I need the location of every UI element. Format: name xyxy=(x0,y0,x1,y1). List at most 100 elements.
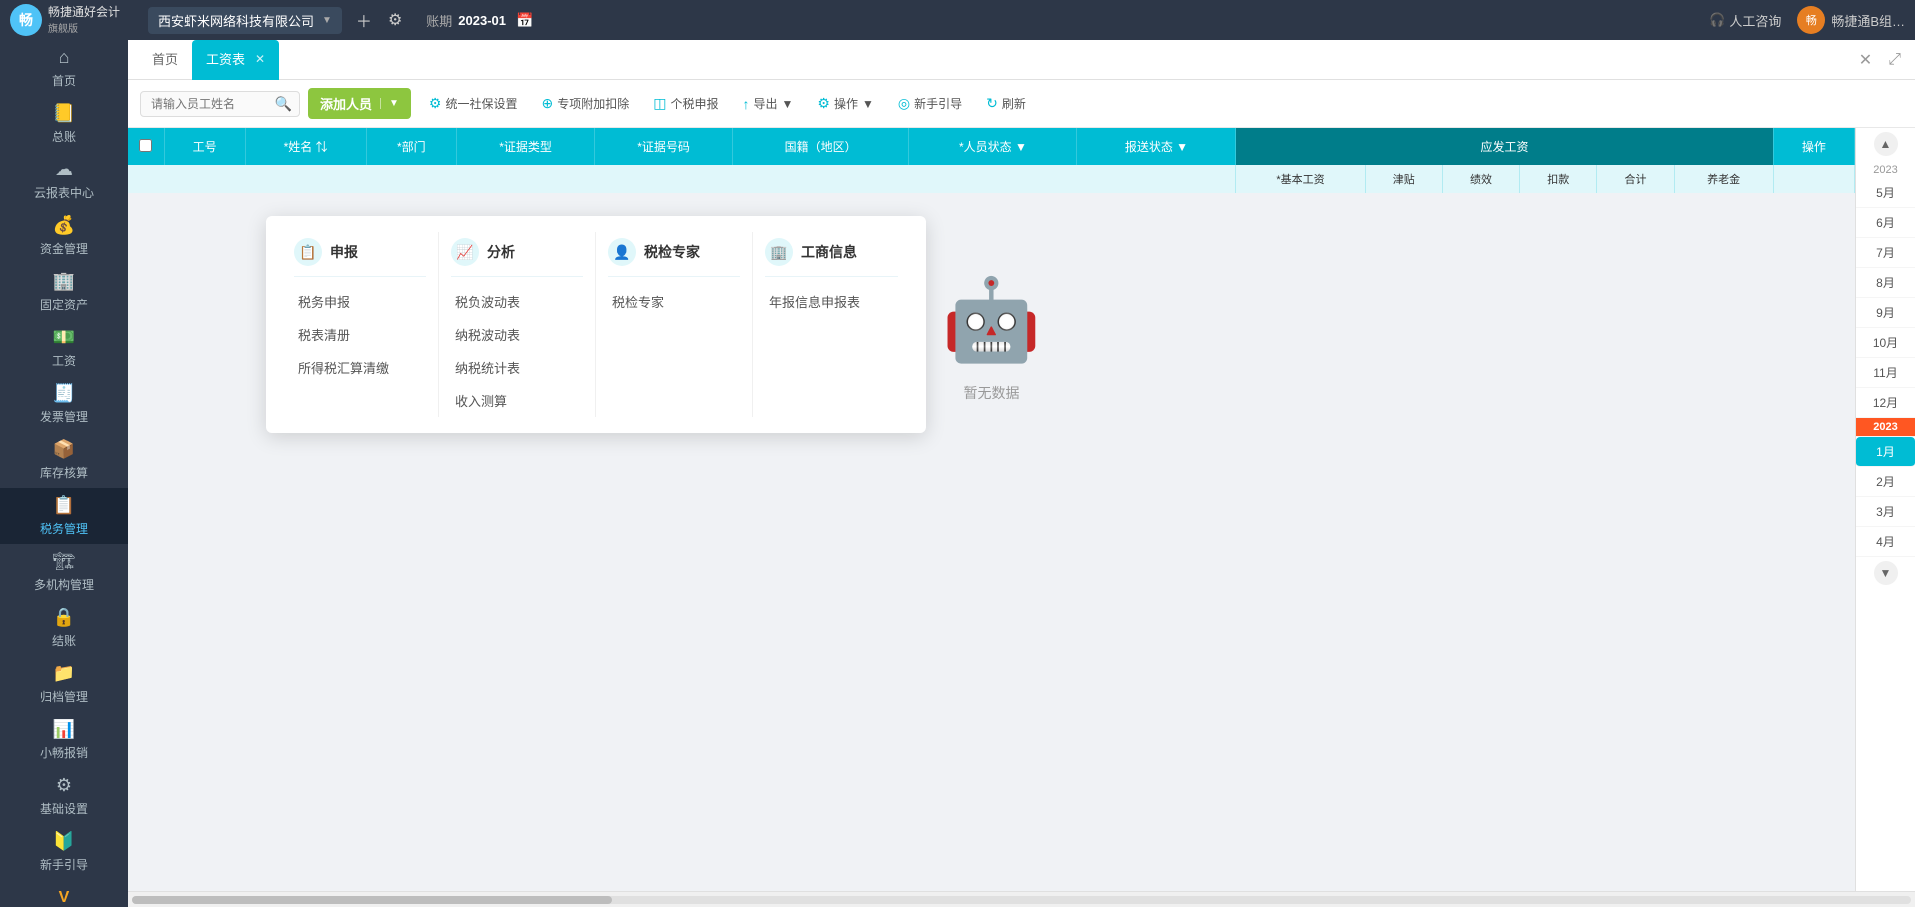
calendar-icon-button[interactable]: 📅 xyxy=(512,8,537,33)
social-security-button[interactable]: ⚙ 统一社保设置 xyxy=(419,90,528,117)
export-button[interactable]: ↑ 导出 ▼ xyxy=(733,90,804,117)
sidebar-label-tax: 税务管理 xyxy=(40,520,88,537)
menu-item-income-estimate[interactable]: 收入测算 xyxy=(451,384,583,417)
tab-payroll[interactable]: 工资表 ✕ xyxy=(192,40,279,80)
user-name: 畅捷通B组… xyxy=(1831,11,1905,30)
sidebar-item-beginner[interactable]: 🔰 新手引导 xyxy=(0,824,128,880)
membership-icon: V xyxy=(59,889,70,907)
cal-month-3[interactable]: 3月 xyxy=(1856,497,1915,527)
calendar-up-button[interactable]: ▲ xyxy=(1874,132,1898,156)
menu-item-tax-stats[interactable]: 纳税统计表 xyxy=(451,351,583,384)
menu-section-analysis: 📈 分析 税负波动表 纳税波动表 纳税统计表 收入测算 xyxy=(439,232,596,417)
cal-month-5[interactable]: 5月 xyxy=(1856,178,1915,208)
company-dropdown-arrow: ▼ xyxy=(322,15,332,26)
bottom-scrollbar[interactable] xyxy=(128,891,1915,907)
add-company-button[interactable]: ＋ xyxy=(352,4,376,36)
sidebar-item-invoices[interactable]: 🧾 发票管理 xyxy=(0,376,128,432)
assets-icon: 🏢 xyxy=(53,271,75,292)
sidebar-item-payroll[interactable]: 💵 工资 xyxy=(0,320,128,376)
sidebar-label-closing: 结账 xyxy=(52,632,76,649)
menu-item-tax-expert[interactable]: 税检专家 xyxy=(608,285,740,318)
add-person-dropdown-arrow[interactable]: ▼ xyxy=(380,98,399,109)
add-person-label: 添加人员 xyxy=(320,94,372,113)
cal-month-7[interactable]: 7月 xyxy=(1856,238,1915,268)
cal-month-9[interactable]: 9月 xyxy=(1856,298,1915,328)
menu-item-tax-fluctuation[interactable]: 纳税波动表 xyxy=(451,318,583,351)
sidebar-item-basic-settings[interactable]: ⚙ 基础设置 xyxy=(0,768,128,824)
sidebar-item-ledger[interactable]: 📒 总账 xyxy=(0,96,128,152)
tab-bar: 首页 工资表 ✕ ✕ ⤢ xyxy=(128,40,1915,80)
cal-month-6[interactable]: 6月 xyxy=(1856,208,1915,238)
sidebar-item-membership[interactable]: V 畅会员 xyxy=(0,880,128,907)
tax-return-button[interactable]: ◫ 个税申报 xyxy=(643,90,728,117)
social-security-icon: ⚙ xyxy=(429,95,442,112)
top-bar-actions: ＋ ⚙ xyxy=(352,4,406,36)
calendar-down-button[interactable]: ▼ xyxy=(1874,561,1898,585)
select-all-checkbox[interactable] xyxy=(139,139,152,152)
refresh-button[interactable]: ↻ 刷新 xyxy=(976,90,1036,117)
tab-home[interactable]: 首页 xyxy=(138,40,192,80)
cal-month-8[interactable]: 8月 xyxy=(1856,268,1915,298)
special-deduction-button[interactable]: ⊕ 专项附加扣除 xyxy=(532,90,640,117)
sidebar-label-multi-org: 多机构管理 xyxy=(34,576,94,593)
sidebar-label-home: 首页 xyxy=(52,72,76,89)
sidebar-item-multi-org[interactable]: 🏗 多机构管理 xyxy=(0,544,128,600)
sidebar-item-closing[interactable]: 🔒 结账 xyxy=(0,600,128,656)
sidebar-item-cloud-reports[interactable]: ☁ 云报表中心 xyxy=(0,152,128,208)
col-name: *姓名 ⇅ xyxy=(245,128,366,165)
tab-close-button[interactable]: ✕ xyxy=(255,52,265,66)
calendar-panel: ▲ 2023 5月 6月 7月 8月 9月 10月 11月 12月 2023 1… xyxy=(1855,128,1915,891)
declaration-section-icon: 📋 xyxy=(294,238,322,266)
menu-section-tax-expert: 👤 税检专家 税检专家 xyxy=(596,232,753,417)
sidebar-item-inventory[interactable]: 📦 库存核算 xyxy=(0,432,128,488)
user-area[interactable]: 畅 畅捷通B组… xyxy=(1797,6,1905,34)
support-label: 人工咨询 xyxy=(1729,11,1781,30)
cloud-icon: ☁ xyxy=(55,159,73,180)
archive-icon: 📁 xyxy=(53,663,75,684)
window-close-button[interactable]: ✕ xyxy=(1855,46,1876,74)
cal-month-4[interactable]: 4月 xyxy=(1856,527,1915,557)
cal-year-2023-label: 2023 xyxy=(1856,160,1915,178)
select-all-cell[interactable] xyxy=(128,128,164,165)
operations-button[interactable]: ⚙ 操作 ▼ xyxy=(807,90,883,117)
menu-item-tax-declaration[interactable]: 税务申报 xyxy=(294,285,426,318)
sidebar-item-archive[interactable]: 📁 归档管理 xyxy=(0,656,128,712)
support-icon: 🎧 xyxy=(1709,12,1725,28)
sidebar-label-xiao-chang: 小畅报销 xyxy=(40,744,88,761)
main-layout: ⌂ 首页 📒 总账 ☁ 云报表中心 💰 资金管理 🏢 固定资产 💵 工资 xyxy=(0,40,1915,907)
cal-month-11[interactable]: 11月 xyxy=(1856,358,1915,388)
window-restore-button[interactable]: ⤢ xyxy=(1884,47,1905,73)
menu-section-business-header: 🏢 工商信息 xyxy=(765,232,898,277)
sidebar-item-xiao-chang[interactable]: 📊 小畅报销 xyxy=(0,712,128,768)
menu-section-business-info: 🏢 工商信息 年报信息申报表 xyxy=(753,232,910,417)
cal-month-1[interactable]: 1月 xyxy=(1856,437,1915,467)
sub-col-pension: 养老金 xyxy=(1674,165,1773,193)
company-selector[interactable]: 西安虾米网络科技有限公司 ▼ xyxy=(148,7,342,34)
deduction-label: 专项附加扣除 xyxy=(557,95,629,112)
scrollbar-thumb[interactable] xyxy=(132,896,612,904)
sidebar-item-fixed-assets[interactable]: 🏢 固定资产 xyxy=(0,264,128,320)
col-status: *人员状态 ▼ xyxy=(909,128,1077,165)
sidebar-item-funds[interactable]: 💰 资金管理 xyxy=(0,208,128,264)
col-id-number: *证据号码 xyxy=(595,128,733,165)
menu-item-annual-report[interactable]: 年报信息申报表 xyxy=(765,285,898,318)
scrollbar-track[interactable] xyxy=(132,896,1911,904)
menu-item-tax-burden[interactable]: 税负波动表 xyxy=(451,285,583,318)
multi-org-icon: 🏗 xyxy=(53,551,76,572)
sub-empty xyxy=(128,165,1236,193)
add-person-button[interactable]: 添加人员 ▼ xyxy=(308,88,411,119)
cal-month-2[interactable]: 2月 xyxy=(1856,467,1915,497)
settings-button[interactable]: ⚙ xyxy=(384,6,406,34)
menu-item-tax-table[interactable]: 税表清册 xyxy=(294,318,426,351)
guide-button[interactable]: ◎ 新手引导 xyxy=(888,90,972,117)
support-button[interactable]: 🎧 人工咨询 xyxy=(1709,11,1781,30)
table-header-row: 工号 *姓名 ⇅ *部门 *证据类型 *证据号码 国籍（地区） *人员状态 ▼ … xyxy=(128,128,1855,165)
cal-month-10[interactable]: 10月 xyxy=(1856,328,1915,358)
sidebar-label-inventory: 库存核算 xyxy=(40,464,88,481)
menu-item-income-tax[interactable]: 所得税汇算清缴 xyxy=(294,351,426,384)
sub-col-deduction: 扣款 xyxy=(1520,165,1597,193)
expense-icon: 📊 xyxy=(53,719,75,740)
sidebar-item-tax[interactable]: 📋 税务管理 xyxy=(0,488,128,544)
sidebar-item-home[interactable]: ⌂ 首页 xyxy=(0,40,128,96)
cal-month-12[interactable]: 12月 xyxy=(1856,388,1915,418)
